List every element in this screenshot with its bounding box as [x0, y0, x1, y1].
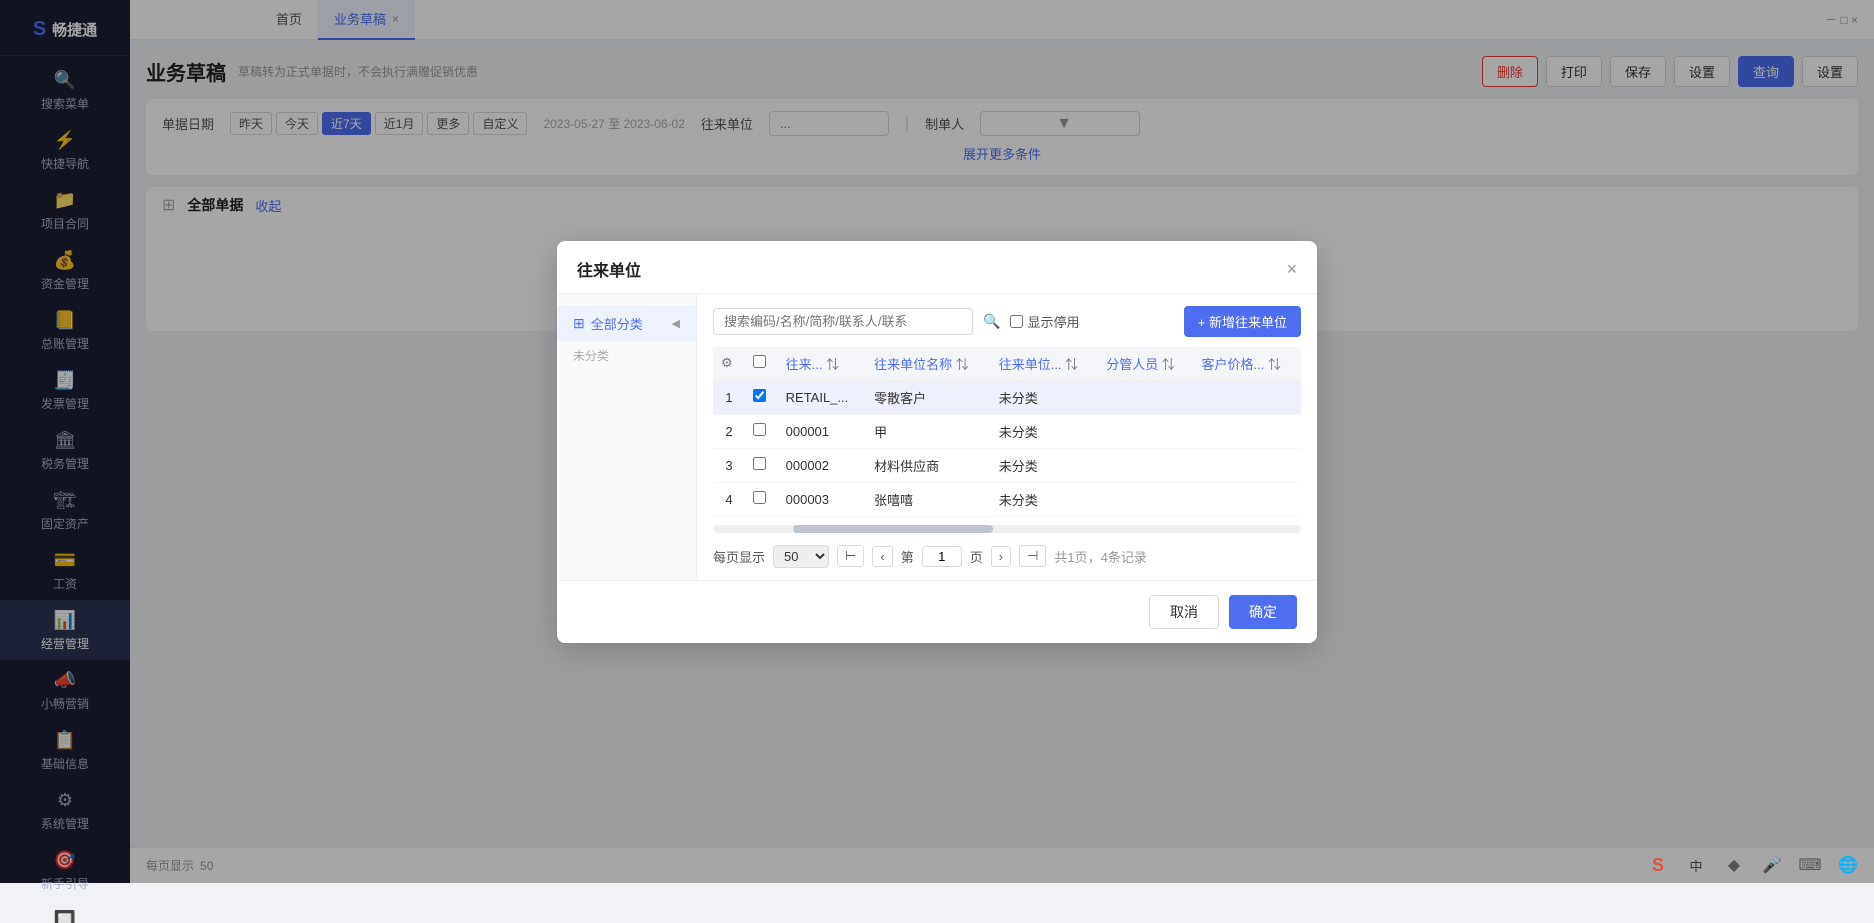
unclassified-group: 未分类 [557, 341, 696, 370]
row-num-3: 3 [713, 448, 745, 482]
page-size-select[interactable]: 50 10 20 100 [773, 545, 829, 568]
row-name-2: 甲 [866, 414, 991, 448]
dialog-close-button[interactable]: × [1286, 260, 1297, 278]
dialog-category-sidebar: ⊞ 全部分类 ◀ 未分类 [557, 294, 697, 580]
col-price-header: 客户价格... ⇅ [1193, 347, 1301, 381]
row-checkbox-4[interactable] [745, 482, 778, 516]
prev-page-button[interactable]: ‹ [872, 546, 892, 567]
col-code-header: 往来... ⇅ [778, 347, 867, 381]
row-category-3: 未分类 [991, 448, 1098, 482]
row-code-1: RETAIL_... [778, 380, 867, 414]
sort-price-icon[interactable]: ⇅ [1268, 357, 1281, 372]
category-all-label: 全部分类 [591, 314, 643, 333]
table-header: ⚙ 往来... ⇅ 往来单位名称 ⇅ [713, 347, 1301, 381]
row-code-3: 000002 [778, 448, 867, 482]
dialog-overlay: 往来单位 × ⊞ 全部分类 ◀ 未分类 🔍 [0, 0, 1874, 883]
add-counterparty-button[interactable]: + 新增往来单位 [1184, 306, 1301, 337]
row-checkbox-1[interactable] [745, 380, 778, 414]
row-manager-1 [1098, 380, 1193, 414]
row-price-1 [1193, 380, 1301, 414]
last-page-button[interactable]: ⊣ [1019, 545, 1046, 567]
row-name-1: 零散客户 [866, 380, 991, 414]
taskbar-keyboard-icon[interactable]: ⌨ [1796, 851, 1824, 879]
cancel-button[interactable]: 取消 [1149, 595, 1219, 629]
row-num-2: 2 [713, 414, 745, 448]
sort-manager-icon[interactable]: ⇅ [1162, 357, 1175, 372]
row-category-4: 未分类 [991, 482, 1098, 516]
grid-dots-icon: ⊞ [573, 315, 585, 332]
sort-name-icon[interactable]: ⇅ [956, 357, 969, 372]
dialog-footer: 取消 确定 [557, 580, 1317, 643]
dialog-table-container: ⚙ 往来... ⇅ 往来单位名称 ⇅ [713, 347, 1301, 517]
taskbar-icons: S 中 ◆ 🎤 ⌨ 🌐 [1644, 847, 1874, 883]
taskbar-diamond-icon[interactable]: ◆ [1720, 851, 1748, 879]
row-category-2: 未分类 [991, 414, 1098, 448]
row-price-3 [1193, 448, 1301, 482]
col-manager-header: 分管人员 ⇅ [1098, 347, 1193, 381]
pagination: 每页显示 50 10 20 100 ⊢ ‹ 第 页 › ⊣ 共1页，4条记录 [713, 537, 1301, 568]
col-settings-header: ⚙ [713, 347, 745, 381]
col-checkbox-header [745, 347, 778, 381]
taskbar-network-icon[interactable]: 🌐 [1834, 851, 1862, 879]
counterparty-table: ⚙ 往来... ⇅ 往来单位名称 ⇅ [713, 347, 1301, 517]
row-manager-3 [1098, 448, 1193, 482]
select-all-checkbox[interactable] [753, 355, 766, 368]
table-row[interactable]: 2 000001 甲 未分类 [713, 414, 1301, 448]
row-num-1: 1 [713, 380, 745, 414]
dialog-search-input[interactable] [713, 308, 973, 335]
row-code-4: 000003 [778, 482, 867, 516]
dialog-search-button[interactable]: 🔍 [983, 313, 1000, 330]
table-row[interactable]: 1 RETAIL_... 零散客户 未分类 [713, 380, 1301, 414]
table-body: 1 RETAIL_... 零散客户 未分类 2 [713, 380, 1301, 516]
show-disabled-checkbox[interactable] [1010, 315, 1023, 328]
category-all[interactable]: ⊞ 全部分类 ◀ [557, 306, 696, 341]
dialog-main-area: 🔍 显示停用 + 新增往来单位 ⚙ [697, 294, 1317, 580]
row-checkbox-2[interactable] [745, 414, 778, 448]
settings-col-icon[interactable]: ⚙ [721, 355, 733, 370]
col-name-header: 往来单位名称 ⇅ [866, 347, 991, 381]
dialog-header: 往来单位 × [557, 241, 1317, 294]
counterparty-dialog: 往来单位 × ⊞ 全部分类 ◀ 未分类 🔍 [557, 241, 1317, 643]
taskbar-mic-icon[interactable]: 🎤 [1758, 851, 1786, 879]
scrollbar-thumb[interactable] [793, 525, 993, 533]
dialog-search-row: 🔍 显示停用 + 新增往来单位 [713, 306, 1301, 337]
dialog-title: 往来单位 [577, 257, 641, 281]
row-price-4 [1193, 482, 1301, 516]
sort-category-icon[interactable]: ⇅ [1065, 357, 1078, 372]
show-disabled-label[interactable]: 显示停用 [1010, 312, 1079, 331]
row-manager-4 [1098, 482, 1193, 516]
row-price-2 [1193, 414, 1301, 448]
total-info: 共1页，4条记录 [1054, 547, 1146, 566]
taskbar-s-icon[interactable]: S [1644, 851, 1672, 879]
current-page-input[interactable] [922, 546, 962, 567]
page-word: 第 [901, 547, 914, 566]
taskbar-chinese-icon[interactable]: 中 [1682, 851, 1710, 879]
sort-code-icon[interactable]: ⇅ [826, 357, 839, 372]
row-checkbox-3[interactable] [745, 448, 778, 482]
row-num-4: 4 [713, 482, 745, 516]
table-row[interactable]: 3 000002 材料供应商 未分类 [713, 448, 1301, 482]
collapse-sidebar-icon[interactable]: ◀ [672, 317, 680, 330]
row-code-2: 000001 [778, 414, 867, 448]
page-suffix: 页 [970, 547, 983, 566]
next-page-button[interactable]: › [991, 546, 1011, 567]
row-name-3: 材料供应商 [866, 448, 991, 482]
dialog-body: ⊞ 全部分类 ◀ 未分类 🔍 显示停用 + 新增 [557, 294, 1317, 580]
col-category-header: 往来单位... ⇅ [991, 347, 1098, 381]
page-size-label: 每页显示 [713, 547, 765, 566]
row-manager-2 [1098, 414, 1193, 448]
row-category-1: 未分类 [991, 380, 1098, 414]
first-page-button[interactable]: ⊢ [837, 545, 864, 567]
row-name-4: 张嘻嘻 [866, 482, 991, 516]
horizontal-scrollbar[interactable] [713, 525, 1301, 533]
confirm-button[interactable]: 确定 [1229, 595, 1297, 629]
table-row[interactable]: 4 000003 张嘻嘻 未分类 [713, 482, 1301, 516]
